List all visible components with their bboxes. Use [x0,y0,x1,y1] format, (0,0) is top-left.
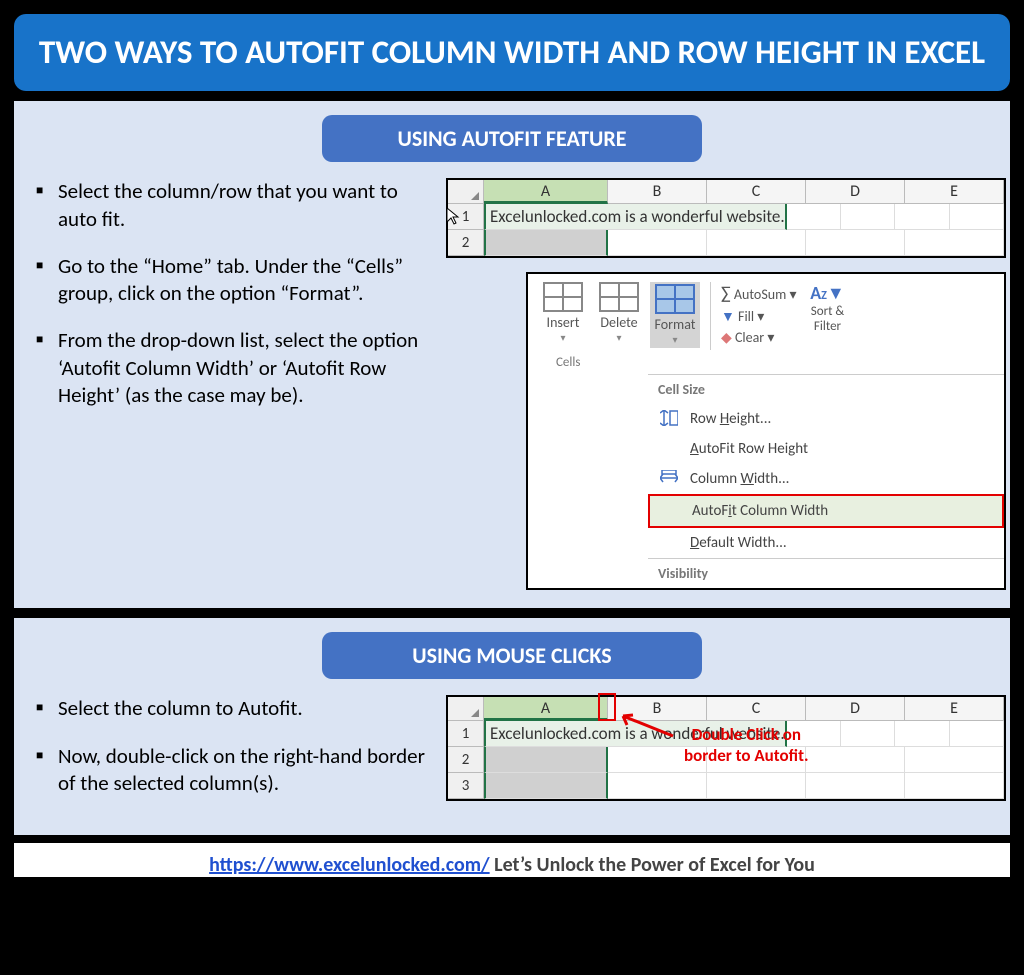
cursor-icon [446,207,460,225]
arrow-icon [618,711,678,741]
editing-group: ∑ AutoSum ▾ ▼ Fill ▾ ◆ Clear ▾ [710,282,797,350]
instruction-list: Select the column to Autofit. Now, doubl… [36,695,426,817]
grid-icon [543,282,583,312]
cell [806,230,905,256]
button-label: Insert [547,314,580,331]
cell [484,230,608,256]
menu-header: Cell Size [648,375,1004,404]
column-header: A [484,697,608,721]
cell [806,773,905,799]
column-header: C [707,180,806,204]
select-all-corner [448,697,484,721]
excel-grid-illustration: A B C D E 1 Excelunlocked.com is a wonde… [446,695,1006,801]
highlight-box [598,693,616,721]
sort-filter-button[interactable]: AZ▼ Sort & Filter [803,282,853,334]
excel-grid-illustration: A B C D E 1 Excelunlocked.com is a wonde… [446,178,1006,258]
column-width-icon [660,470,678,486]
grid-icon [655,284,695,314]
ribbon-illustration: Insert Delete Format ∑ AutoSum ▾ ▼ Fill … [526,272,1006,590]
cell [707,230,806,256]
footer-tagline: Let’s Unlock the Power of Excel for You [490,853,815,877]
cell [707,773,806,799]
section-heading: USING AUTOFIT FEATURE [322,115,702,162]
format-dropdown: Cell Size Row Height... AutoFit Row Heig… [648,374,1004,588]
cell [905,230,1004,256]
cell [484,747,608,773]
button-label: Delete [600,314,637,331]
section-autofit-feature: USING AUTOFIT FEATURE Select the column/… [14,101,1010,608]
column-header: D [806,180,905,204]
list-item: Select the column to Autofit. [36,695,426,722]
row-height-icon [660,410,678,426]
list-item: Go to the “Home” tab. Under the “Cells” … [36,253,426,308]
list-item: Select the column/row that you want to a… [36,178,426,233]
menu-autofit-column[interactable]: AutoFit Column Width [648,494,1004,528]
column-header: E [905,697,1004,721]
menu-header: Visibility [648,558,1004,588]
cell [787,204,841,230]
menu-row-height[interactable]: Row Height... [648,404,1004,434]
cell [950,721,1004,747]
column-header: C [707,697,806,721]
button-label: Sort & Filter [811,304,845,334]
fill-button[interactable]: ▼ Fill ▾ [721,308,797,325]
autosum-button[interactable]: ∑ AutoSum ▾ [721,282,797,304]
footer-link[interactable]: https://www.excelunlocked.com/ [209,853,490,877]
cell [905,747,1004,773]
grid-icon [599,282,639,312]
delete-button[interactable]: Delete [594,282,644,344]
cell-text: Excelunlocked.com is a wonderful website… [490,206,785,227]
list-item: Now, double-click on the right-hand bord… [36,743,426,798]
row-header: 2 [448,747,484,773]
cell [895,721,949,747]
group-label: Cells [556,355,580,370]
row-header: 3 [448,773,484,799]
section-mouse-clicks: USING MOUSE CLICKS Select the column to … [14,618,1010,835]
cell [950,204,1004,230]
cell [484,773,608,799]
menu-autofit-row[interactable]: AutoFit Row Height [648,434,1004,464]
annotation-text: Double Click on border to Autofit. [684,725,809,766]
row-header: 1 [448,721,484,747]
column-header: E [905,180,1004,204]
section-heading: USING MOUSE CLICKS [322,632,702,679]
instruction-list: Select the column/row that you want to a… [36,178,426,590]
format-button[interactable]: Format [650,282,700,348]
column-header: A [484,180,608,204]
cell [608,230,707,256]
column-header: D [806,697,905,721]
insert-button[interactable]: Insert [538,282,588,344]
clear-button[interactable]: ◆ Clear ▾ [721,329,797,346]
select-all-corner [448,180,484,204]
cell [841,721,895,747]
page-title: TWO WAYS TO AUTOFIT COLUMN WIDTH AND ROW… [14,14,1010,91]
footer: https://www.excelunlocked.com/ Let’s Unl… [14,843,1010,877]
row-header: 2 [448,230,484,256]
cell: Excelunlocked.com is a wonderful website… [484,204,787,230]
cell [806,747,905,773]
cell [608,773,707,799]
menu-default-width[interactable]: Default Width... [648,528,1004,558]
cell [905,773,1004,799]
list-item: From the drop-down list, select the opti… [36,327,426,409]
column-header: B [608,180,707,204]
cell [841,204,895,230]
cell [895,204,949,230]
menu-column-width[interactable]: Column Width... [648,464,1004,494]
button-label: Format [655,316,696,333]
